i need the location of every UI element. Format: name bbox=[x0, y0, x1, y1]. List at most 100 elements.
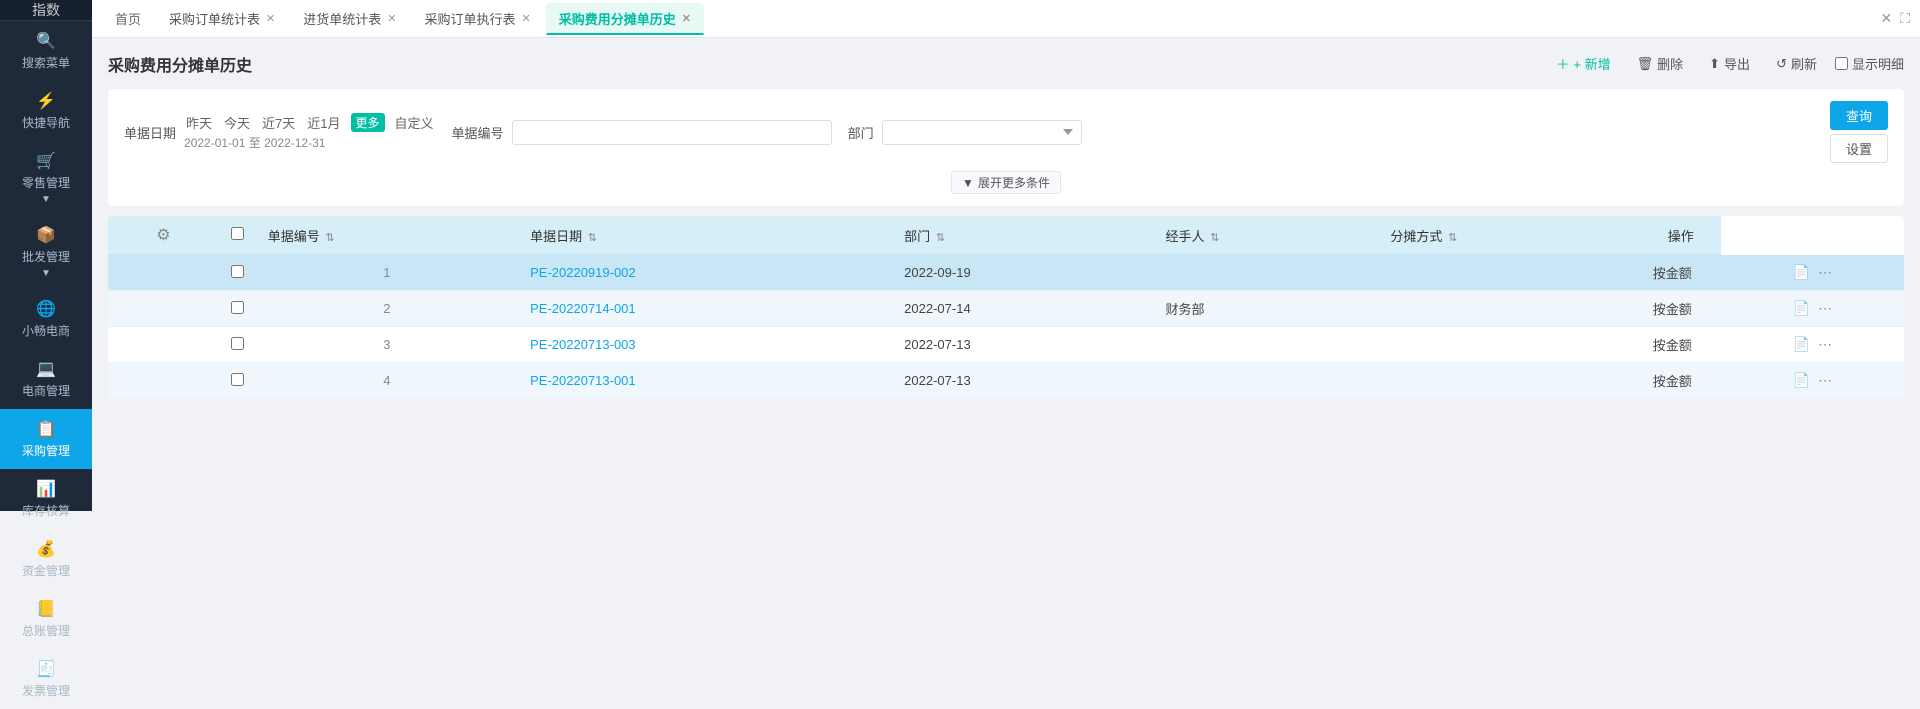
shortcut-1month[interactable]: 近1月 bbox=[305, 113, 342, 132]
sidebar-item-ledger[interactable]: 📒 总账管理 bbox=[0, 589, 92, 649]
sort-split-icon[interactable]: ⇅ bbox=[1448, 232, 1457, 244]
page-title: 采购费用分摊单历史 bbox=[108, 52, 252, 76]
show-detail-checkbox[interactable] bbox=[1835, 57, 1848, 70]
delete-label: 删除 bbox=[1657, 54, 1683, 73]
row-checkbox[interactable] bbox=[231, 301, 244, 314]
sidebar-item-ecommerce[interactable]: 💻 电商管理 bbox=[0, 349, 92, 409]
refresh-button[interactable]: ↺ 刷新 bbox=[1768, 50, 1825, 77]
close-window-icon[interactable]: ✕ bbox=[1880, 10, 1892, 27]
docnum-link[interactable]: PE-20220714-001 bbox=[530, 301, 636, 316]
filter-docnum-label: 单据编号 bbox=[452, 123, 504, 142]
export-button[interactable]: ⬆ 导出 bbox=[1701, 50, 1758, 77]
sort-date-icon[interactable]: ⇅ bbox=[588, 232, 597, 244]
edit-icon[interactable]: 📄 bbox=[1793, 336, 1810, 353]
row-checkbox[interactable] bbox=[231, 265, 244, 278]
sidebar-item-purchase[interactable]: 📋 采购管理 bbox=[0, 409, 92, 469]
more-icon[interactable]: ⋯ bbox=[1818, 264, 1832, 281]
docnum-link[interactable]: PE-20220713-003 bbox=[530, 337, 636, 352]
tab-close-purchase-order-exec[interactable]: ✕ bbox=[522, 12, 531, 25]
cell-check[interactable] bbox=[219, 327, 256, 363]
cell-handler bbox=[1378, 363, 1640, 399]
edit-icon[interactable]: 📄 bbox=[1793, 264, 1810, 281]
shortcut-today[interactable]: 今天 bbox=[222, 113, 252, 132]
filter-dept-label: 部门 bbox=[848, 123, 874, 142]
tab-bar: 首页 采购订单统计表 ✕ 进货单统计表 ✕ 采购订单执行表 ✕ 采购费用分摊单历… bbox=[92, 0, 1920, 38]
sidebar-item-quick-nav[interactable]: ⚡ 快捷导航 bbox=[0, 81, 92, 141]
more-icon[interactable]: ⋯ bbox=[1818, 300, 1832, 317]
sort-dept-icon[interactable]: ⇅ bbox=[936, 232, 945, 244]
wholesale-icon: 📦 bbox=[36, 225, 56, 245]
inventory-icon: 📊 bbox=[36, 479, 56, 499]
col-handler-label: 经手人 bbox=[1166, 229, 1205, 244]
add-button[interactable]: ＋ + 新增 bbox=[1548, 50, 1618, 77]
sidebar-item-inventory[interactable]: 📊 库存核算 bbox=[0, 469, 92, 529]
sort-handler-icon[interactable]: ⇅ bbox=[1210, 232, 1219, 244]
tab-inbound-stat[interactable]: 进货单统计表 ✕ bbox=[290, 3, 409, 35]
cell-spacer bbox=[108, 255, 219, 291]
sidebar-item-search[interactable]: 🔍 搜索菜单 bbox=[0, 21, 92, 81]
select-all-checkbox[interactable] bbox=[231, 227, 244, 240]
tab-purchase-order-stat[interactable]: 采购订单统计表 ✕ bbox=[156, 3, 288, 35]
settings-button[interactable]: 设置 bbox=[1830, 134, 1888, 163]
more-icon[interactable]: ⋯ bbox=[1818, 336, 1832, 353]
filter-date: 单据日期 昨天 今天 近7天 近1月 更多 自定义 2022-01-01 至 2… bbox=[124, 113, 436, 151]
shortcut-custom[interactable]: 自定义 bbox=[393, 113, 436, 132]
row-checkbox[interactable] bbox=[231, 373, 244, 386]
tab-close-purchase-order-stat[interactable]: ✕ bbox=[266, 12, 275, 25]
show-detail-checkbox-label[interactable]: 显示明细 bbox=[1835, 54, 1904, 73]
purchase-icon: 📋 bbox=[36, 419, 56, 439]
main-area: 首页 采购订单统计表 ✕ 进货单统计表 ✕ 采购订单执行表 ✕ 采购费用分摊单历… bbox=[92, 0, 1920, 511]
filter-area: 单据日期 昨天 今天 近7天 近1月 更多 自定义 2022-01-01 至 2… bbox=[108, 89, 1904, 206]
tab-home[interactable]: 首页 bbox=[102, 3, 154, 35]
table-row: 3 PE-20220713-003 2022-07-13 按金额 📄 ⋯ bbox=[108, 327, 1904, 363]
cell-actions: 📄 ⋯ bbox=[1721, 327, 1904, 363]
cell-check[interactable] bbox=[219, 291, 256, 327]
filter-date-label: 单据日期 bbox=[124, 123, 176, 142]
docnum-link[interactable]: PE-20220919-002 bbox=[530, 265, 636, 280]
tab-cost-split-history[interactable]: 采购费用分摊单历史 ✕ bbox=[546, 3, 704, 35]
sidebar-label-purchase: 采购管理 bbox=[22, 442, 70, 459]
shortcut-yesterday[interactable]: 昨天 bbox=[184, 113, 214, 132]
sidebar-item-invoice[interactable]: 🧾 发票管理 bbox=[0, 649, 92, 709]
cell-handler bbox=[1378, 255, 1640, 291]
shortcut-more[interactable]: 更多 bbox=[351, 113, 385, 132]
sidebar-item-retail[interactable]: 🛒 零售管理 ▼ bbox=[0, 141, 92, 215]
col-header-split: 分摊方式 ⇅ bbox=[1378, 216, 1640, 255]
filter-dept-select[interactable]: 财务部 bbox=[882, 120, 1082, 145]
row-checkbox[interactable] bbox=[231, 337, 244, 350]
gear-icon[interactable]: ⚙ bbox=[156, 227, 170, 244]
show-detail-label: 显示明细 bbox=[1852, 54, 1904, 73]
shortcut-7days[interactable]: 近7天 bbox=[260, 113, 297, 132]
cell-docnum: PE-20220714-001 bbox=[518, 291, 892, 327]
expand-label: 展开更多条件 bbox=[978, 174, 1050, 191]
cell-docnum: PE-20220919-002 bbox=[518, 255, 892, 291]
cell-dept bbox=[1154, 327, 1379, 363]
filter-date-range: 2022-01-01 至 2022-12-31 bbox=[184, 134, 436, 151]
search-button[interactable]: 查询 bbox=[1830, 101, 1888, 130]
cell-docnum: PE-20220713-001 bbox=[518, 363, 892, 399]
tab-close-inbound-stat[interactable]: ✕ bbox=[387, 12, 396, 25]
cell-check[interactable] bbox=[219, 363, 256, 399]
filter-docnum-input[interactable] bbox=[512, 120, 832, 145]
docnum-link[interactable]: PE-20220713-001 bbox=[530, 373, 636, 388]
edit-icon[interactable]: 📄 bbox=[1793, 300, 1810, 317]
cell-date: 2022-07-13 bbox=[892, 363, 1153, 399]
edit-icon[interactable]: 📄 bbox=[1793, 372, 1810, 389]
filter-row: 单据日期 昨天 今天 近7天 近1月 更多 自定义 2022-01-01 至 2… bbox=[124, 101, 1888, 163]
cell-dept: 财务部 bbox=[1154, 291, 1379, 327]
sidebar-item-wholesale[interactable]: 📦 批发管理 ▼ bbox=[0, 215, 92, 289]
sidebar-item-ecommerce-small[interactable]: 🌐 小畅电商 bbox=[0, 289, 92, 349]
cell-actions: 📄 ⋯ bbox=[1721, 363, 1904, 399]
sidebar-item-finance[interactable]: 💰 资金管理 bbox=[0, 529, 92, 589]
table-row: 4 PE-20220713-001 2022-07-13 按金额 📄 ⋯ bbox=[108, 363, 1904, 399]
tab-purchase-order-exec[interactable]: 采购订单执行表 ✕ bbox=[411, 3, 543, 35]
chevron-down-icon2: ▼ bbox=[41, 268, 51, 279]
maximize-icon[interactable]: ⛶ bbox=[1900, 10, 1910, 27]
sort-docnum-icon[interactable]: ⇅ bbox=[325, 232, 334, 244]
delete-button[interactable]: 🗑 删除 bbox=[1629, 50, 1692, 77]
expand-button[interactable]: ▼ 展开更多条件 bbox=[951, 171, 1061, 194]
more-icon[interactable]: ⋯ bbox=[1818, 372, 1832, 389]
tab-close-cost-split-history[interactable]: ✕ bbox=[682, 12, 691, 25]
cell-check[interactable] bbox=[219, 255, 256, 291]
cell-actions: 📄 ⋯ bbox=[1721, 255, 1904, 291]
